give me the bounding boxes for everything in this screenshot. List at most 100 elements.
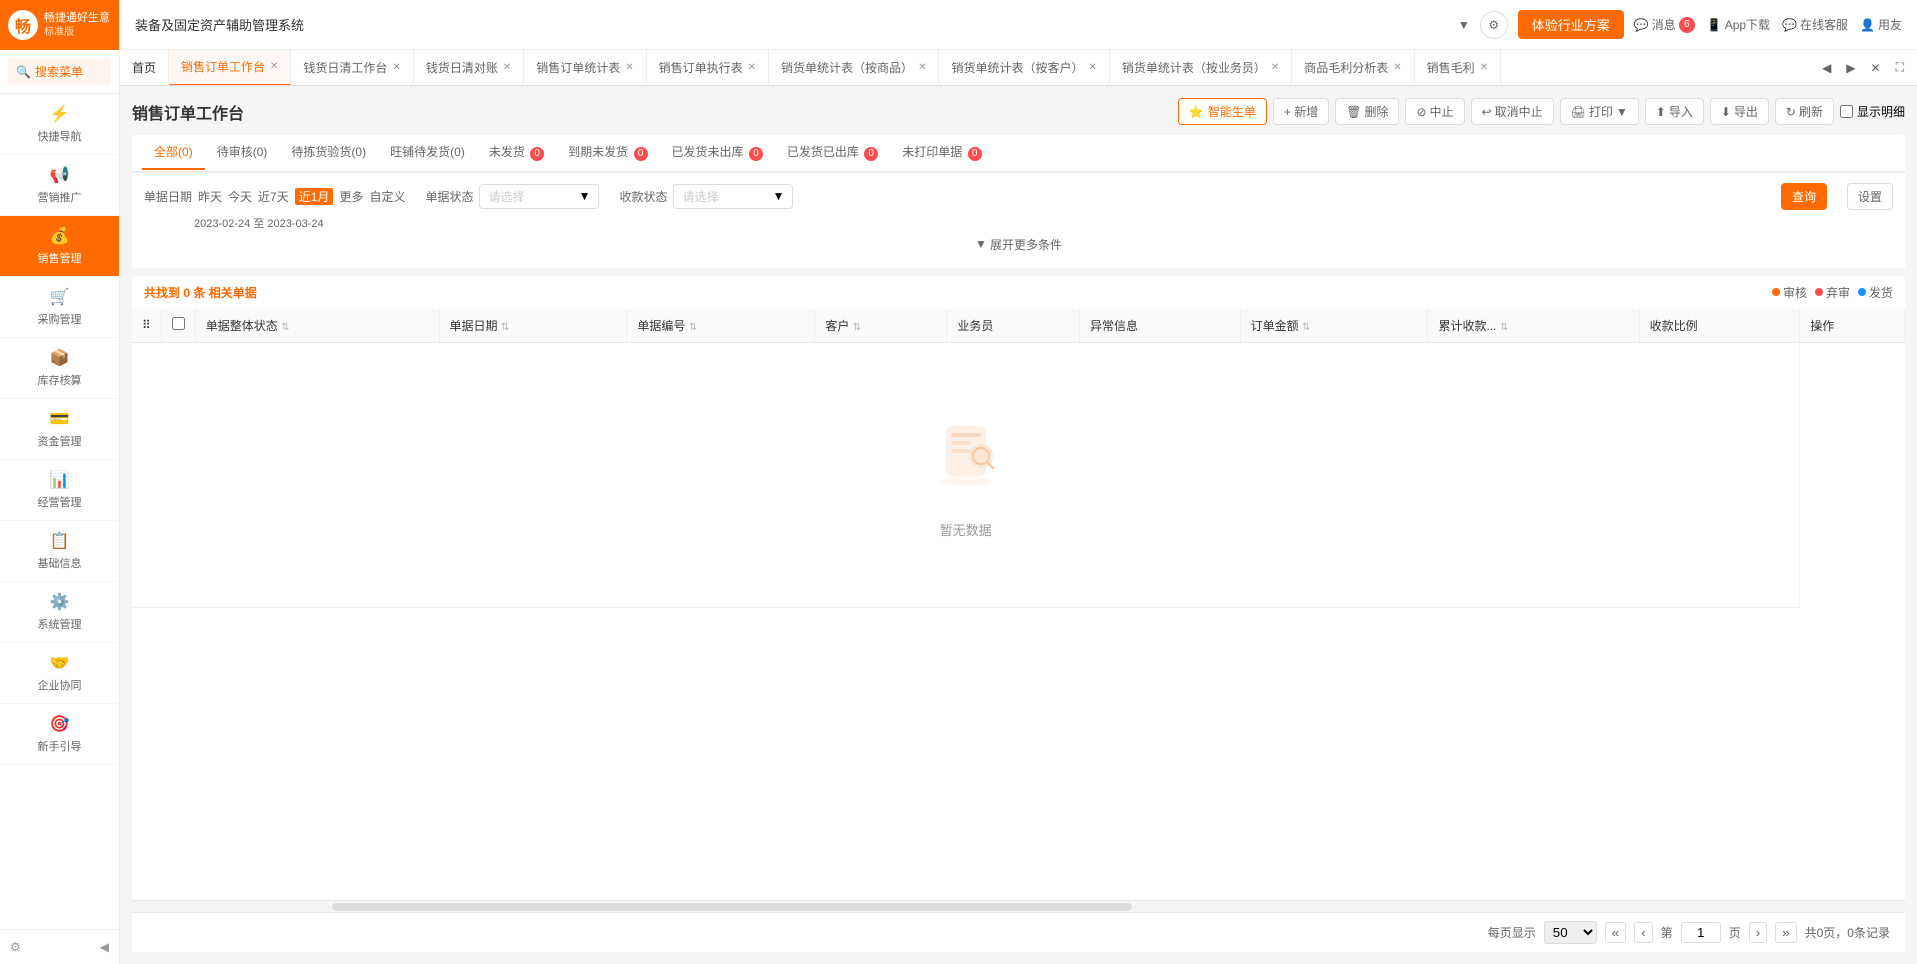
- tab-close-profit-analysis[interactable]: ✕: [1393, 62, 1401, 73]
- trial-button[interactable]: 体验行业方案: [1518, 10, 1624, 39]
- status-select[interactable]: 请选择 ▼: [479, 184, 599, 209]
- payment-select[interactable]: 请选择 ▼: [673, 184, 793, 209]
- sidebar-item-system[interactable]: ⚙️ 系统管理: [0, 582, 119, 643]
- amount-col-header[interactable]: 订单金额: [1240, 309, 1428, 343]
- search-menu-button[interactable]: 🔍 搜索菜单: [8, 58, 111, 85]
- cancel-stop-button[interactable]: ↩ 取消中止: [1471, 98, 1554, 125]
- sidebar-item-operations[interactable]: 📊 经营管理: [0, 460, 119, 521]
- tab-sales-by-product[interactable]: 销货单统计表（按商品） ✕: [769, 50, 939, 86]
- subtab-pending-review[interactable]: 待审核(0): [205, 135, 280, 170]
- tab-sales-by-staff[interactable]: 销货单统计表（按业务员） ✕: [1110, 50, 1292, 86]
- tab-sales-exec[interactable]: 销售订单执行表 ✕: [647, 50, 769, 86]
- tab-close-sales-exec[interactable]: ✕: [748, 62, 756, 73]
- sidebar-item-basic[interactable]: 📋 基础信息: [0, 521, 119, 582]
- expand-filter-button[interactable]: ▼ 展开更多条件: [975, 236, 1062, 253]
- tab-sales-by-customer[interactable]: 销货单统计表（按客户） ✕: [939, 50, 1109, 86]
- sidebar-item-finance[interactable]: 💳 资金管理: [0, 399, 119, 460]
- tab-profit-analysis[interactable]: 商品毛利分析表 ✕: [1292, 50, 1414, 86]
- tab-cash-reconcile[interactable]: 钱货日清对账 ✕: [414, 50, 524, 86]
- show-detail-label[interactable]: 显示明细: [1840, 103, 1905, 120]
- smart-create-button[interactable]: ⭐ 智能生单: [1178, 98, 1267, 125]
- settings-gear-icon[interactable]: ⚙: [10, 940, 21, 954]
- export-button[interactable]: ⬇ 导出: [1710, 98, 1769, 125]
- prev-page-btn[interactable]: ‹: [1634, 922, 1652, 943]
- topbar-settings-icon[interactable]: ⚙: [1480, 11, 1508, 39]
- delete-button[interactable]: 🗑 删除: [1335, 98, 1399, 125]
- refresh-button[interactable]: ↻ 刷新: [1775, 98, 1834, 125]
- tab-sales-workbench[interactable]: 销售订单工作台 ✕: [169, 50, 291, 86]
- horizontal-scrollbar[interactable]: [132, 900, 1905, 912]
- subtab-not-shipped[interactable]: 未发货 0: [477, 135, 556, 171]
- online-service-btn[interactable]: 💬 在线客服: [1782, 16, 1848, 33]
- settings-filter-button[interactable]: 设置: [1847, 183, 1893, 210]
- last-page-btn[interactable]: »: [1775, 922, 1796, 943]
- app-download-btn[interactable]: 📱 App下载: [1707, 16, 1770, 33]
- status-col-header[interactable]: 单据整体状态: [195, 309, 439, 343]
- ship-action-btn[interactable]: 发货: [1858, 284, 1893, 301]
- subtab-all[interactable]: 全部(0): [142, 135, 205, 170]
- tab-next-btn[interactable]: ▶: [1841, 59, 1860, 77]
- date-1month[interactable]: 近1月: [295, 188, 334, 205]
- sidebar-item-marketing[interactable]: 📢 营销推广: [0, 155, 119, 216]
- subtab-not-printed[interactable]: 未打印单据 0: [890, 135, 993, 171]
- current-page-input[interactable]: [1681, 922, 1721, 943]
- subtab-wangpu[interactable]: 旺铺待发货(0): [378, 135, 477, 170]
- tab-close-sales-by-product[interactable]: ✕: [918, 62, 926, 73]
- add-button[interactable]: + 新增: [1273, 98, 1329, 125]
- dropdown-arrow-icon[interactable]: ▼: [1458, 18, 1470, 32]
- tab-sales-gross[interactable]: 销售毛利 ✕: [1415, 50, 1501, 86]
- sidebar-item-purchase[interactable]: 🛒 采购管理: [0, 277, 119, 338]
- date-custom[interactable]: 自定义: [369, 188, 405, 205]
- first-page-btn[interactable]: «: [1605, 922, 1626, 943]
- select-all-checkbox[interactable]: [172, 317, 185, 330]
- customer-col-header[interactable]: 客户: [815, 309, 947, 343]
- page-size-label: 每页显示: [1488, 924, 1536, 941]
- received-col-header[interactable]: 累计收款...: [1428, 309, 1639, 343]
- quick-nav-icon: ⚡: [50, 104, 70, 124]
- tab-close-sales-by-staff[interactable]: ✕: [1271, 62, 1279, 73]
- page-size-select[interactable]: 50 10 20 100: [1544, 921, 1597, 944]
- user-avatar[interactable]: 👤 用友: [1860, 16, 1902, 33]
- table-header-row: ⠿ 单据整体状态 单据日期 单据编号: [132, 309, 1905, 343]
- query-button[interactable]: 查询: [1781, 183, 1827, 210]
- date-7days[interactable]: 近7天: [258, 188, 289, 205]
- sidebar-item-guide[interactable]: 🎯 新手引导: [0, 704, 119, 765]
- subtab-pending-inspect[interactable]: 待拣货验货(0): [279, 135, 378, 170]
- sidebar-item-sales[interactable]: 💰 销售管理: [0, 216, 119, 277]
- show-detail-checkbox[interactable]: [1840, 105, 1853, 118]
- number-col-header[interactable]: 单据编号: [627, 309, 815, 343]
- subtab-shipped-out[interactable]: 已发货已出库 0: [775, 135, 890, 171]
- sidebar-item-enterprise[interactable]: 🤝 企业协同: [0, 643, 119, 704]
- tab-home[interactable]: 首页: [120, 50, 169, 86]
- tab-cash-daily[interactable]: 钱货日清工作台 ✕: [291, 50, 413, 86]
- tab-close-sales-gross[interactable]: ✕: [1480, 62, 1488, 73]
- import-button[interactable]: ⬆ 导入: [1645, 98, 1704, 125]
- cancel-review-action-btn[interactable]: 弃审: [1815, 284, 1850, 301]
- sidebar-item-inventory[interactable]: 📦 库存核算: [0, 338, 119, 399]
- review-action-btn[interactable]: 审核: [1772, 284, 1807, 301]
- date-col-header[interactable]: 单据日期: [439, 309, 627, 343]
- sidebar-item-quick-nav[interactable]: ⚡ 快捷导航: [0, 94, 119, 155]
- collapse-sidebar-icon[interactable]: ◀: [100, 940, 109, 954]
- subtab-shipped-not-out[interactable]: 已发货未出库 0: [660, 135, 775, 171]
- tab-close-all-btn[interactable]: ✕: [1866, 59, 1886, 77]
- tab-close-sales-stats[interactable]: ✕: [625, 62, 633, 73]
- tab-fullscreen-btn[interactable]: ⛶: [1891, 58, 1909, 77]
- tab-close-sales-workbench[interactable]: ✕: [270, 61, 278, 72]
- table-actions: 审核 弃审 发货: [1772, 284, 1893, 301]
- print-button[interactable]: 🖨 打印 ▼: [1560, 98, 1639, 125]
- page-title: 销售订单工作台: [132, 100, 244, 124]
- date-more[interactable]: 更多: [339, 188, 363, 205]
- stop-button[interactable]: ⊘ 中止: [1405, 98, 1464, 125]
- tab-close-cash-reconcile[interactable]: ✕: [503, 62, 511, 73]
- subtab-expired-not-shipped[interactable]: 到期未发货 0: [556, 135, 659, 171]
- table-toolbar: 共找到 0 条 相关单据 审核 弃审 发货: [132, 276, 1905, 309]
- message-btn[interactable]: 💬 消息 6: [1634, 16, 1695, 33]
- tab-close-sales-by-customer[interactable]: ✕: [1088, 62, 1096, 73]
- tab-prev-btn[interactable]: ◀: [1817, 59, 1836, 77]
- date-yesterday[interactable]: 昨天: [198, 188, 222, 205]
- date-today[interactable]: 今天: [228, 188, 252, 205]
- tab-close-cash-daily[interactable]: ✕: [392, 62, 400, 73]
- next-page-btn[interactable]: ›: [1749, 922, 1767, 943]
- tab-sales-stats[interactable]: 销售订单统计表 ✕: [524, 50, 646, 86]
